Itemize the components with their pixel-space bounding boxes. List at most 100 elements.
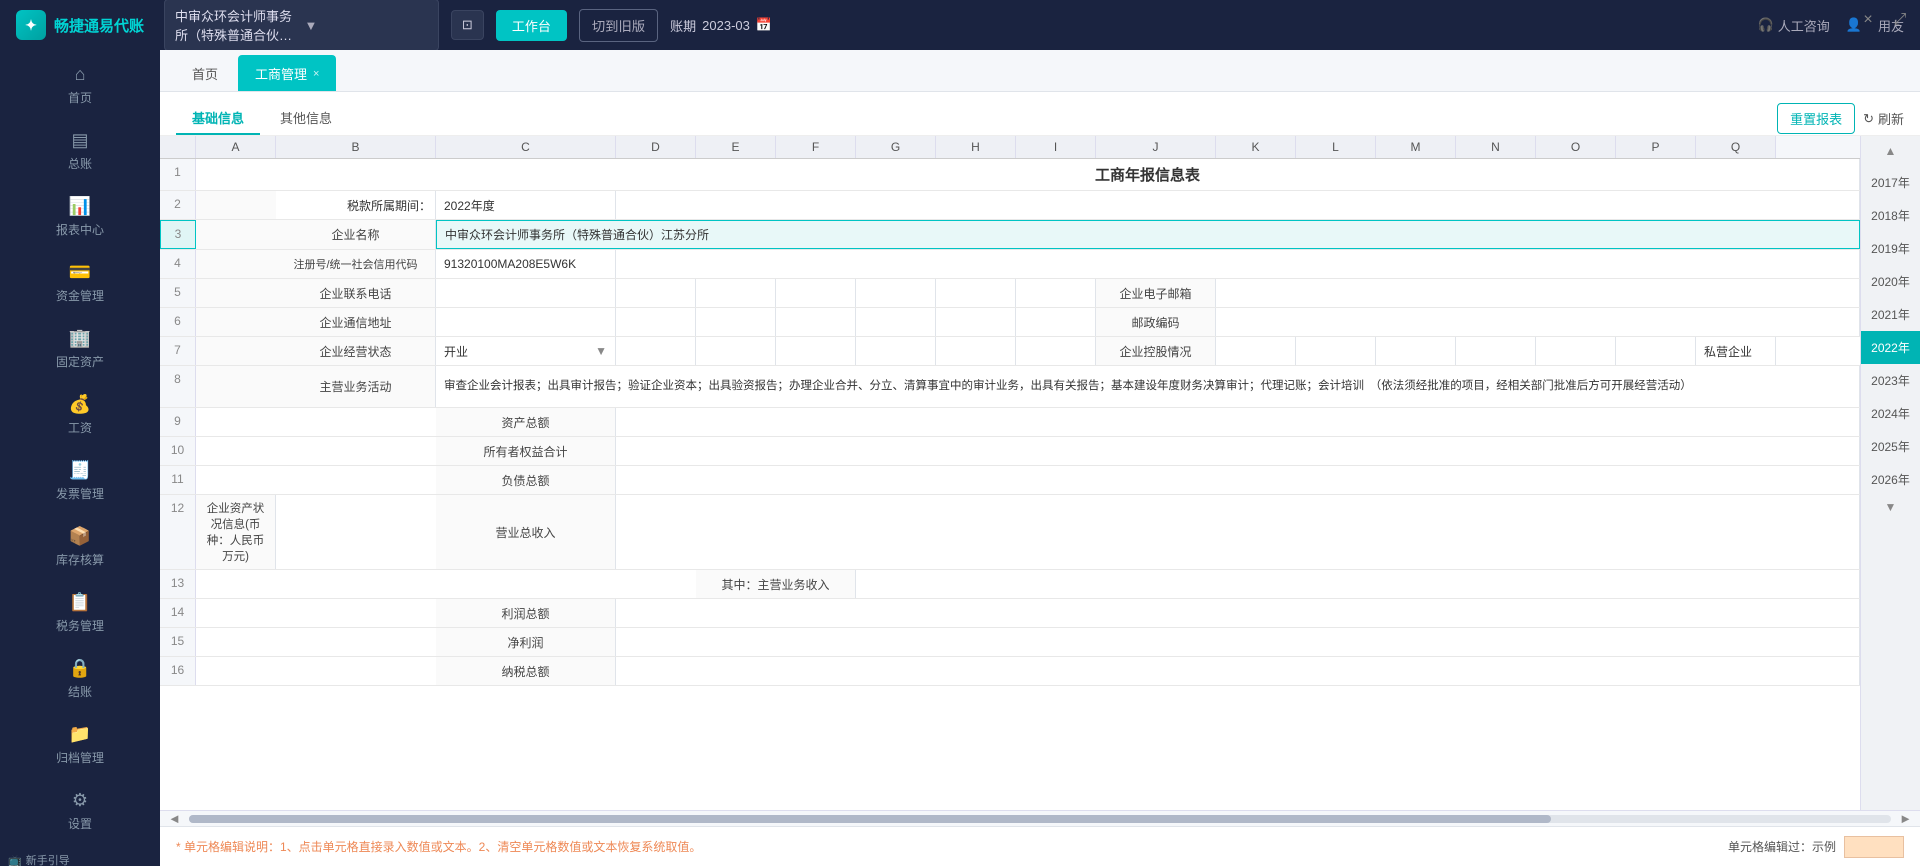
sidebar-item-report[interactable]: 📊 报表中心 [0, 182, 160, 248]
cell-15A[interactable] [196, 628, 276, 656]
cell-15B[interactable] [276, 628, 436, 656]
cell-10A[interactable] [196, 437, 276, 465]
scroll-right-arrow[interactable]: ► [1895, 811, 1916, 826]
cell-5I[interactable] [1016, 279, 1096, 307]
cell-6C[interactable] [436, 308, 616, 336]
cell-2AB[interactable] [196, 191, 276, 219]
sidebar-item-fund[interactable]: 💳 资金管理 [0, 248, 160, 314]
cell-9C[interactable]: 资产总额 [436, 408, 616, 436]
year-item-2024[interactable]: 2024年 [1861, 397, 1920, 430]
sidebar-item-tax[interactable]: 📋 税务管理 [0, 578, 160, 644]
cell-13C[interactable] [436, 570, 616, 598]
cell-8B[interactable]: 主营业务活动 [276, 366, 436, 407]
cell-7M[interactable] [1376, 337, 1456, 365]
scroll-thumb[interactable] [189, 815, 1551, 823]
cell-6D[interactable] [616, 308, 696, 336]
cell-13A[interactable] [196, 570, 276, 598]
cell-7A[interactable] [196, 337, 276, 365]
copy-button[interactable]: ⊡ [451, 10, 484, 40]
cell-7E[interactable] [696, 337, 776, 365]
cell-6B[interactable]: 企业通信地址 [276, 308, 436, 336]
cell-11C[interactable]: 负债总额 [436, 466, 616, 494]
cell-2B[interactable]: 税款所属期间： [276, 191, 436, 219]
scroll-track[interactable] [189, 815, 1891, 823]
cell-7H[interactable] [936, 337, 1016, 365]
cell-2C[interactable]: 2022年度 [436, 191, 616, 219]
cell-7D[interactable] [616, 337, 696, 365]
cell-16B[interactable] [276, 657, 436, 685]
cell-12C[interactable]: 营业总收入 [436, 495, 616, 569]
year-scroll-down[interactable]: ▼ [1875, 496, 1907, 518]
sidebar-item-home[interactable]: ⌂ 首页 [0, 50, 160, 116]
cell-9B[interactable] [276, 408, 436, 436]
service-button[interactable]: 🎧 人工咨询 [1758, 16, 1830, 35]
cell-12A[interactable]: 企业资产状况信息(币种：人民币万元) [196, 495, 276, 569]
sidebar-item-salary[interactable]: 💰 工资 [0, 380, 160, 446]
sidebar-item-invoice[interactable]: 🧾 发票管理 [0, 446, 160, 512]
sidebar-item-archive[interactable]: 📁 归档管理 [0, 710, 160, 776]
cell-16rest[interactable] [616, 657, 1860, 685]
cell-13E[interactable]: 其中：主营业务收入 [696, 570, 856, 598]
cell-5J[interactable]: 企业电子邮箱 [1096, 279, 1216, 307]
cell-7P[interactable] [1616, 337, 1696, 365]
cell-8A[interactable] [196, 366, 276, 407]
cell-16A[interactable] [196, 657, 276, 685]
cell-7J[interactable]: 企业控股情况 [1096, 337, 1216, 365]
cell-7F[interactable] [776, 337, 856, 365]
cell-3A[interactable] [196, 220, 276, 249]
cell-5E[interactable] [696, 279, 776, 307]
cell-7I[interactable] [1016, 337, 1096, 365]
year-item-2023[interactable]: 2023年 [1861, 364, 1920, 397]
year-scroll-up[interactable]: ▲ [1875, 140, 1907, 162]
cell-12rest[interactable] [616, 495, 1860, 569]
cell-4A[interactable] [196, 250, 276, 278]
cell-7C[interactable]: 开业 ▼ [436, 337, 616, 365]
cell-11B[interactable] [276, 466, 436, 494]
year-item-2020[interactable]: 2020年 [1861, 265, 1920, 298]
cell-15rest[interactable] [616, 628, 1860, 656]
cell-14A[interactable] [196, 599, 276, 627]
sidebar-item-settings[interactable]: ⚙ 设置 [0, 776, 160, 842]
cell-14C[interactable]: 利润总额 [436, 599, 616, 627]
cell-7O[interactable] [1536, 337, 1616, 365]
cell-9A[interactable] [196, 408, 276, 436]
cell-5B[interactable]: 企业联系电话 [276, 279, 436, 307]
cell-5F[interactable] [776, 279, 856, 307]
cell-8C[interactable]: 审查企业会计报表；出具审计报告；验证企业资本；出具验资报告；办理企业合并、分立、… [436, 366, 1860, 407]
cell-14B[interactable] [276, 599, 436, 627]
cell-13D[interactable] [616, 570, 696, 598]
cell-13rest[interactable] [856, 570, 1860, 598]
cell-9rest[interactable] [616, 408, 1860, 436]
cell-7Q[interactable]: 私营企业 [1696, 337, 1776, 365]
sidebar-item-asset[interactable]: 🏢 固定资产 [0, 314, 160, 380]
year-item-2017[interactable]: 2017年 [1861, 166, 1920, 199]
cell-12B[interactable] [276, 495, 436, 569]
cell-11A[interactable] [196, 466, 276, 494]
cell-1A[interactable] [196, 159, 276, 190]
company-selector[interactable]: 中审众环会计师事务所（特殊普通合伙… ▼ [164, 0, 439, 51]
old-version-button[interactable]: 切到旧版 [579, 9, 658, 42]
tab-home[interactable]: 首页 [176, 56, 234, 91]
sidebar-item-ledger[interactable]: ▤ 总账 [0, 116, 160, 182]
year-item-2019[interactable]: 2019年 [1861, 232, 1920, 265]
cell-7L[interactable] [1296, 337, 1376, 365]
cell-5C[interactable] [436, 279, 616, 307]
cell-10C[interactable]: 所有者权益合计 [436, 437, 616, 465]
sidebar-item-close[interactable]: 🔒 结账 [0, 644, 160, 710]
cell-16C[interactable]: 纳税总额 [436, 657, 616, 685]
cell-4rest[interactable] [616, 250, 1860, 278]
cell-3C[interactable]: 中审众环会计师事务所（特殊普通合伙）江苏分所 [436, 220, 1860, 249]
horizontal-scrollbar[interactable]: ◄ ► [160, 810, 1920, 826]
subtab-other[interactable]: 其他信息 [264, 102, 348, 135]
cell-15C[interactable]: 净利润 [436, 628, 616, 656]
cell-11rest[interactable] [616, 466, 1860, 494]
year-item-2025[interactable]: 2025年 [1861, 430, 1920, 463]
cell-7K[interactable] [1216, 337, 1296, 365]
cell-5rest[interactable] [1216, 279, 1860, 307]
year-item-2018[interactable]: 2018年 [1861, 199, 1920, 232]
cell-4B[interactable]: 注册号/统一社会信用代码 [276, 250, 436, 278]
cell-6G[interactable] [856, 308, 936, 336]
cell-5D[interactable] [616, 279, 696, 307]
sidebar-item-stock[interactable]: 📦 库存核算 [0, 512, 160, 578]
refresh-button[interactable]: ↻ 刷新 [1863, 109, 1904, 128]
